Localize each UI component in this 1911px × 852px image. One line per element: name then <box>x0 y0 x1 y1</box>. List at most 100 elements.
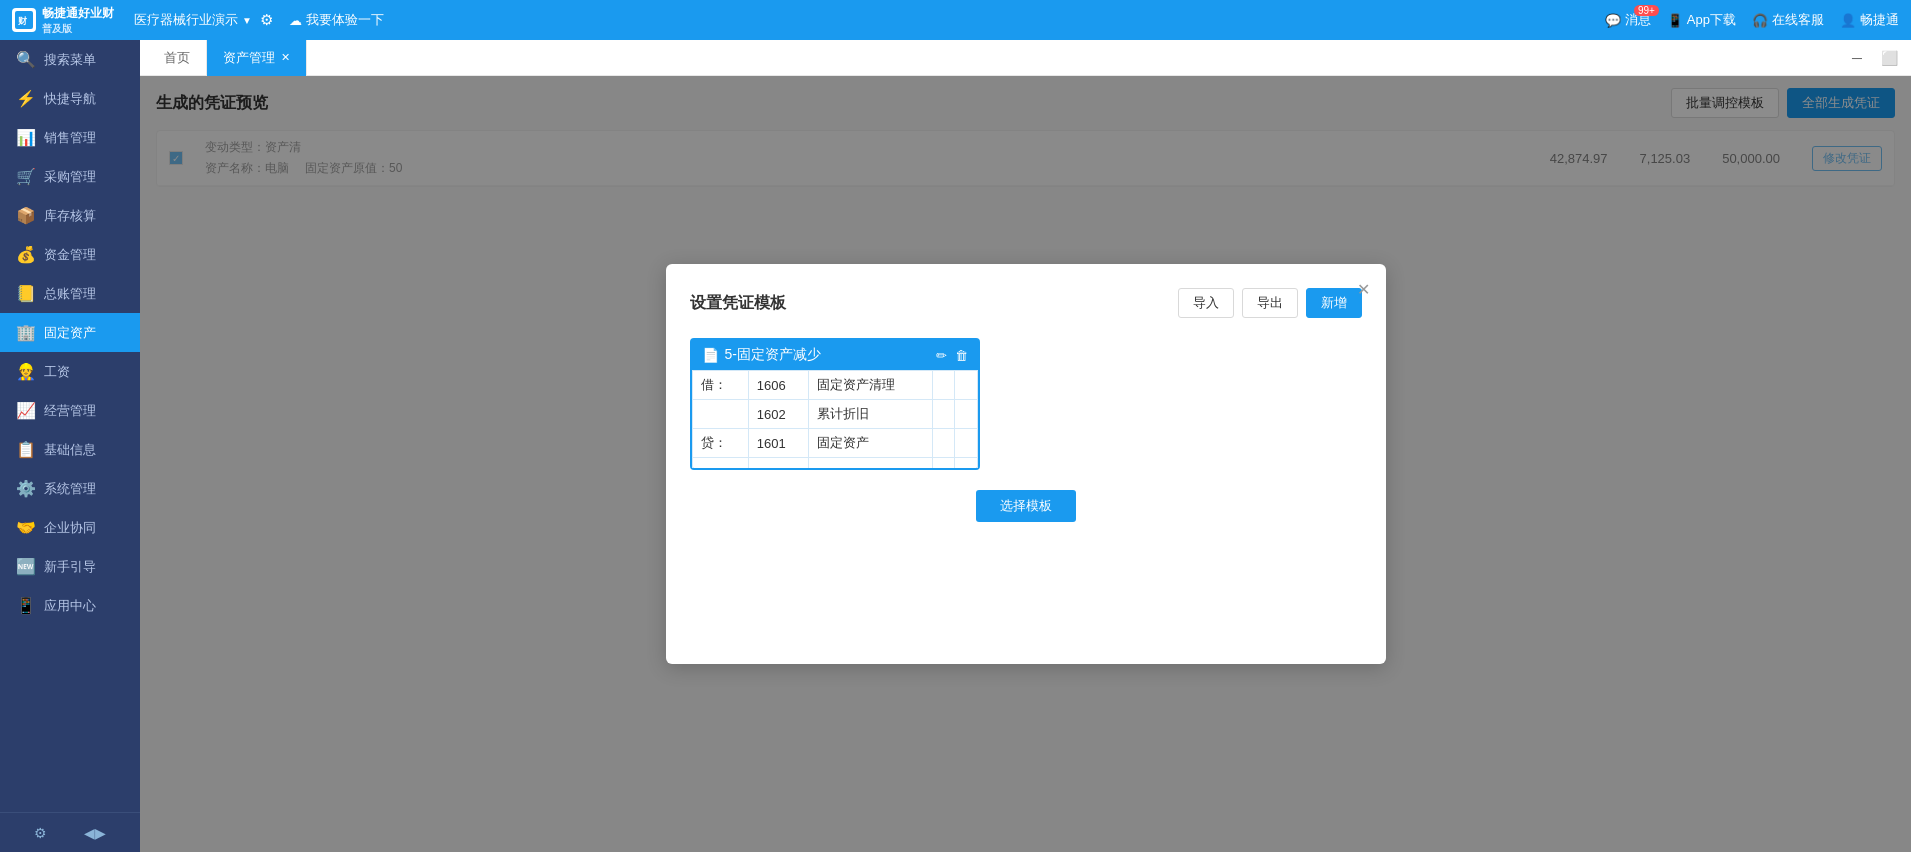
sidebar-item-operations[interactable]: 📈 经营管理 <box>0 391 140 430</box>
template-row-4 <box>692 458 977 469</box>
template-cell-col4-1 <box>955 371 977 400</box>
template-cell-col3-2 <box>933 400 955 429</box>
top-right-actions: 💬 消息 99+ 📱 App下载 🎧 在线客服 👤 畅捷通 <box>1605 11 1899 29</box>
fixed-assets-icon: 🏢 <box>16 323 36 342</box>
modal-close-button[interactable]: ✕ <box>1357 280 1370 299</box>
purchase-icon: 🛒 <box>16 167 36 186</box>
settings-icon[interactable]: ⚙ <box>260 11 273 29</box>
sidebar-label-basics: 基础信息 <box>44 441 96 459</box>
sidebar-label-guide: 新手引导 <box>44 558 96 576</box>
sidebar-label-payroll: 工资 <box>44 363 70 381</box>
tab-minimize-button[interactable]: ─ <box>1843 44 1871 72</box>
tab-actions: ─ ⬜ <box>1843 44 1911 72</box>
basics-icon: 📋 <box>16 440 36 459</box>
ledger-icon: 📒 <box>16 284 36 303</box>
template-cell-code-4 <box>748 458 808 469</box>
template-card-title: 5-固定资产减少 <box>725 346 930 364</box>
sidebar-item-finance[interactable]: 💰 资金管理 <box>0 235 140 274</box>
modal-header-actions: 导入 导出 新增 <box>1178 288 1362 318</box>
sidebar-collapse-icon[interactable]: ◀▶ <box>84 825 106 841</box>
sidebar-label-cooperation: 企业协同 <box>44 519 96 537</box>
quick-nav-icon: ⚡ <box>16 89 36 108</box>
inventory-icon: 📦 <box>16 206 36 225</box>
template-delete-icon[interactable]: 🗑 <box>955 348 968 363</box>
sidebar-label-purchase: 采购管理 <box>44 168 96 186</box>
template-row-3: 贷： 1601 固定资产 <box>692 429 977 458</box>
tab-close-icon[interactable]: ✕ <box>281 51 290 64</box>
sidebar-label-fixed-assets: 固定资产 <box>44 324 96 342</box>
message-badge: 99+ <box>1634 5 1659 16</box>
sidebar-item-quick-nav[interactable]: ⚡ 快捷导航 <box>0 79 140 118</box>
download-icon: 📱 <box>1667 13 1683 28</box>
sidebar: 🔍 搜索菜单 ⚡ 快捷导航 📊 销售管理 🛒 采购管理 📦 库存核算 <box>0 40 140 852</box>
template-edit-icon[interactable]: ✏ <box>936 348 947 363</box>
sidebar-scroll: 🔍 搜索菜单 ⚡ 快捷导航 📊 销售管理 🛒 采购管理 📦 库存核算 <box>0 40 140 812</box>
app-version: 普及版 <box>42 22 114 36</box>
template-cell-name-1: 固定资产清理 <box>808 371 932 400</box>
sidebar-label-ledger: 总账管理 <box>44 285 96 303</box>
svg-text:财: 财 <box>17 16 28 26</box>
sidebar-item-system[interactable]: ⚙️ 系统管理 <box>0 469 140 508</box>
sidebar-item-payroll[interactable]: 👷 工资 <box>0 352 140 391</box>
finance-icon: 💰 <box>16 245 36 264</box>
sidebar-item-sales[interactable]: 📊 销售管理 <box>0 118 140 157</box>
sidebar-item-search[interactable]: 🔍 搜索菜单 <box>0 40 140 79</box>
tab-maximize-button[interactable]: ⬜ <box>1875 44 1903 72</box>
template-cell-name-4 <box>808 458 932 469</box>
sidebar-item-ledger[interactable]: 📒 总账管理 <box>0 274 140 313</box>
template-cell-col3-1 <box>933 371 955 400</box>
online-service-button[interactable]: 🎧 在线客服 <box>1752 11 1824 29</box>
sidebar-bottom: ⚙ ◀▶ <box>0 812 140 852</box>
template-row-2: 1602 累计折旧 <box>692 400 977 429</box>
company-selector[interactable]: 医疗器械行业演示 ▼ <box>134 11 252 29</box>
app-center-icon: 📱 <box>16 596 36 615</box>
message-icon: 💬 <box>1605 13 1621 28</box>
template-table: 借： 1606 固定资产清理 1602 <box>692 370 978 468</box>
messages-button[interactable]: 💬 消息 99+ <box>1605 11 1651 29</box>
cooperation-icon: 🤝 <box>16 518 36 537</box>
tab-home[interactable]: 首页 <box>148 40 207 76</box>
experience-link[interactable]: ☁ 我要体验一下 <box>289 11 384 29</box>
logo-icon: 财 <box>12 8 36 32</box>
app-logo: 财 畅捷通好业财 普及版 <box>12 5 114 36</box>
export-button[interactable]: 导出 <box>1242 288 1298 318</box>
template-cell-side-2 <box>692 400 748 429</box>
select-template-button[interactable]: 选择模板 <box>976 490 1076 522</box>
sidebar-item-fixed-assets[interactable]: 🏢 固定资产 <box>0 313 140 352</box>
template-row-1: 借： 1606 固定资产清理 <box>692 371 977 400</box>
page-content: 生成的凭证预览 批量调控模板 全部生成凭证 ✓ <box>140 76 1911 852</box>
template-cell-side-3: 贷： <box>692 429 748 458</box>
template-cell-side-4 <box>692 458 748 469</box>
template-cell-code-2: 1602 <box>748 400 808 429</box>
template-card-body: 借： 1606 固定资产清理 1602 <box>692 370 978 468</box>
new-template-button[interactable]: 新增 <box>1306 288 1362 318</box>
template-cell-col4-4 <box>955 458 977 469</box>
modal-title: 设置凭证模板 <box>690 293 786 314</box>
sidebar-item-app-center[interactable]: 📱 应用中心 <box>0 586 140 625</box>
template-card-header: 📄 5-固定资产减少 ✏ 🗑 <box>692 340 978 370</box>
template-doc-icon: 📄 <box>702 347 719 363</box>
sidebar-settings-icon[interactable]: ⚙ <box>34 825 47 841</box>
sales-icon: 📊 <box>16 128 36 147</box>
operations-icon: 📈 <box>16 401 36 420</box>
headset-icon: 🎧 <box>1752 13 1768 28</box>
sidebar-label-search: 搜索菜单 <box>44 51 96 69</box>
template-cell-col4-3 <box>955 429 977 458</box>
sidebar-item-basics[interactable]: 📋 基础信息 <box>0 430 140 469</box>
tab-asset-mgmt[interactable]: 资产管理 ✕ <box>207 40 307 76</box>
sidebar-item-inventory[interactable]: 📦 库存核算 <box>0 196 140 235</box>
user-menu[interactable]: 👤 畅捷通 <box>1840 11 1899 29</box>
template-cell-code-1: 1606 <box>748 371 808 400</box>
content-area: 首页 资产管理 ✕ ─ ⬜ 生成的凭证预览 批 <box>140 40 1911 852</box>
cloud-icon: ☁ <box>289 13 302 28</box>
sidebar-item-purchase[interactable]: 🛒 采购管理 <box>0 157 140 196</box>
sidebar-item-guide[interactable]: 🆕 新手引导 <box>0 547 140 586</box>
app-download-button[interactable]: 📱 App下载 <box>1667 11 1736 29</box>
modal-header: 设置凭证模板 导入 导出 新增 <box>690 288 1362 318</box>
sidebar-label-finance: 资金管理 <box>44 246 96 264</box>
template-cell-name-2: 累计折旧 <box>808 400 932 429</box>
sidebar-item-cooperation[interactable]: 🤝 企业协同 <box>0 508 140 547</box>
template-cell-code-3: 1601 <box>748 429 808 458</box>
template-cell-name-3: 固定资产 <box>808 429 932 458</box>
import-button[interactable]: 导入 <box>1178 288 1234 318</box>
